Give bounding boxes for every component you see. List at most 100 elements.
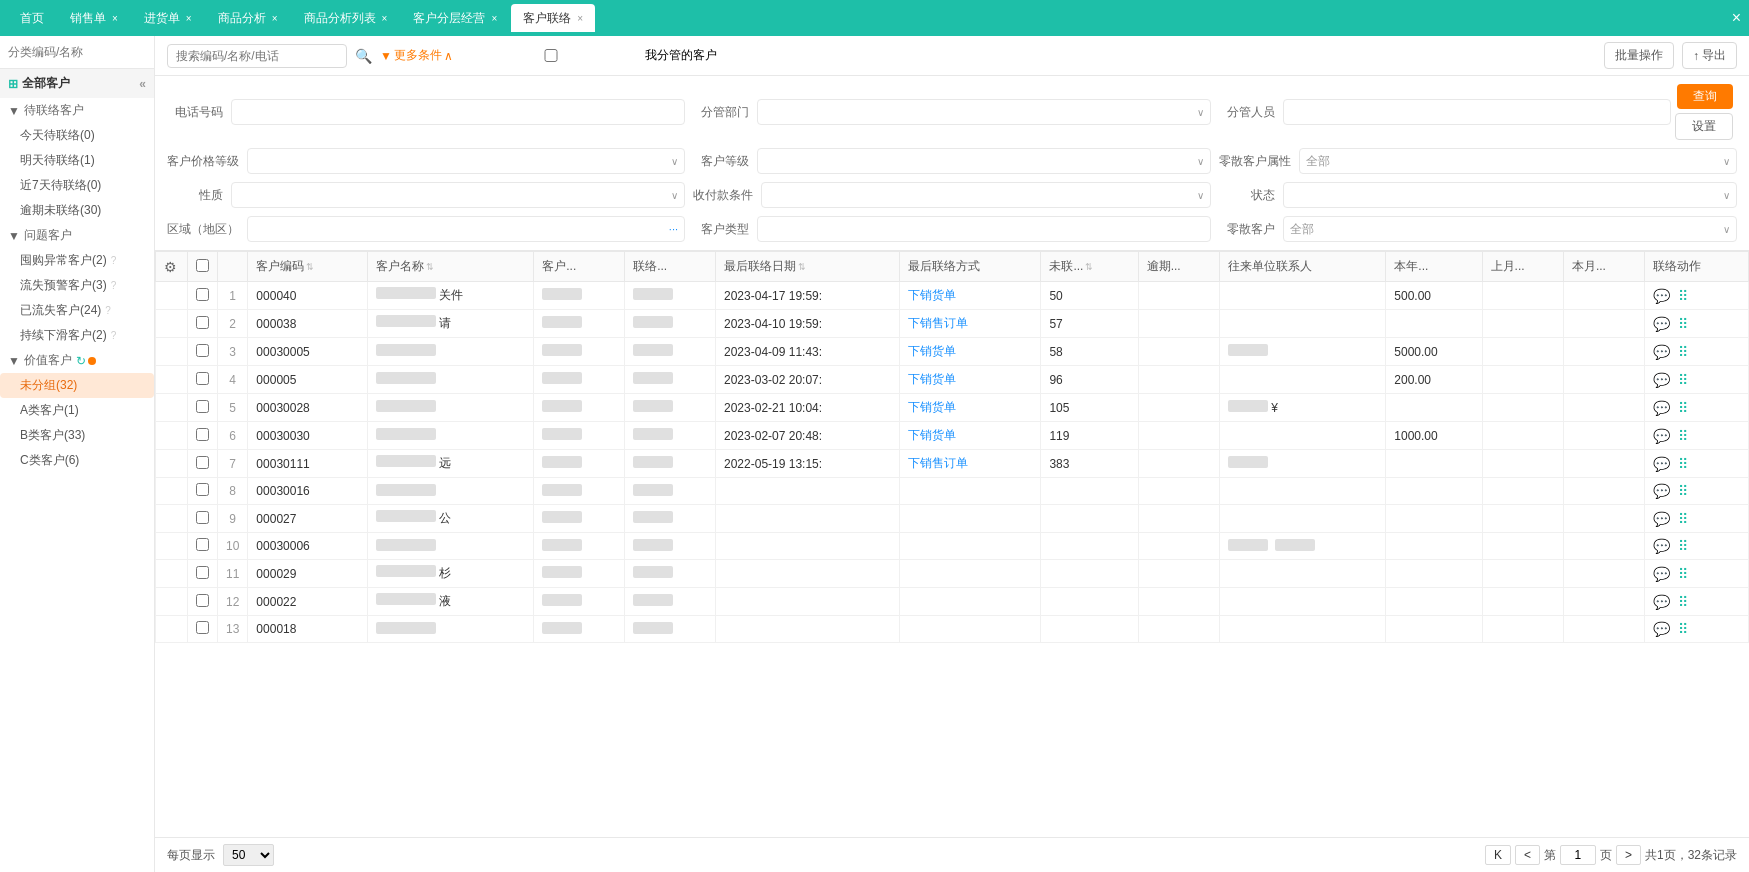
tab-purchase-close[interactable]: × [186, 13, 192, 24]
sidebar-item-class-b[interactable]: B类客户(33) [0, 423, 154, 448]
menu-icon[interactable]: ⠿ [1678, 566, 1688, 582]
sidebar-item-declining[interactable]: 持续下滑客户(2) ? [0, 323, 154, 348]
retail-attr-select[interactable]: 全部 ∨ [1299, 148, 1737, 174]
contact-way-link[interactable]: 下销货单 [908, 400, 956, 414]
sidebar-item-class-a[interactable]: A类客户(1) [0, 398, 154, 423]
prev-page-btn[interactable]: < [1515, 845, 1540, 865]
first-page-btn[interactable]: K [1485, 845, 1511, 865]
chat-icon[interactable]: 💬 [1653, 511, 1670, 527]
menu-icon[interactable]: ⠿ [1678, 400, 1688, 416]
sidebar-item-class-c[interactable]: C类客户(6) [0, 448, 154, 473]
tab-customer-contact-close[interactable]: × [577, 13, 583, 24]
menu-icon[interactable]: ⠿ [1678, 316, 1688, 332]
chat-icon[interactable]: 💬 [1653, 483, 1670, 499]
row-checkbox[interactable] [196, 511, 209, 524]
sidebar-group-problem[interactable]: ▼ 问题客户 [0, 223, 154, 248]
tab-product-analysis-close[interactable]: × [272, 13, 278, 24]
row-checkbox[interactable] [196, 456, 209, 469]
sidebar-search-input[interactable] [8, 45, 155, 59]
sidebar-item-hoarding[interactable]: 囤购异常客户(2) ? [0, 248, 154, 273]
manager-select[interactable] [1283, 99, 1671, 125]
contact-way-link[interactable]: 下销货单 [908, 288, 956, 302]
chat-icon[interactable]: 💬 [1653, 621, 1670, 637]
tab-customer-tier-close[interactable]: × [491, 13, 497, 24]
tab-home[interactable]: 首页 [8, 4, 56, 32]
tab-purchase[interactable]: 进货单 × [132, 4, 204, 32]
col-this-year-header[interactable]: 本年... [1394, 258, 1473, 275]
menu-icon[interactable]: ⠿ [1678, 511, 1688, 527]
menu-icon[interactable]: ⠿ [1678, 594, 1688, 610]
menu-icon[interactable]: ⠿ [1678, 483, 1688, 499]
payment-select[interactable]: ∨ [761, 182, 1211, 208]
chat-icon[interactable]: 💬 [1653, 428, 1670, 444]
chat-icon[interactable]: 💬 [1653, 594, 1670, 610]
tab-sales-close[interactable]: × [112, 13, 118, 24]
select-all-checkbox[interactable] [196, 259, 209, 272]
row-checkbox[interactable] [196, 316, 209, 329]
dept-select[interactable]: ∨ [757, 99, 1211, 125]
col-last-date-header[interactable]: 最后联络日期 ⇅ [724, 258, 890, 275]
search-btn[interactable]: 查询 [1677, 84, 1733, 109]
page-input[interactable] [1560, 845, 1596, 865]
menu-icon[interactable]: ⠿ [1678, 428, 1688, 444]
settings-icon[interactable]: ⚙ [164, 259, 177, 275]
col-this-month-header[interactable]: 本月... [1572, 258, 1636, 275]
row-checkbox[interactable] [196, 344, 209, 357]
collapse-icon[interactable]: « [139, 77, 146, 91]
my-customers-checkbox-label[interactable]: 我分管的客户 [461, 47, 717, 64]
menu-icon[interactable]: ⠿ [1678, 538, 1688, 554]
refresh-icon[interactable]: ↻ [76, 354, 86, 368]
row-checkbox[interactable] [196, 621, 209, 634]
chat-icon[interactable]: 💬 [1653, 316, 1670, 332]
row-checkbox[interactable] [196, 400, 209, 413]
customer-level-select[interactable]: ∨ [757, 148, 1211, 174]
chat-icon[interactable]: 💬 [1653, 344, 1670, 360]
export-btn[interactable]: ↑ 导出 [1682, 42, 1737, 69]
tab-bar-close-all[interactable]: × [1732, 9, 1741, 27]
sidebar-all-customers[interactable]: ⊞ 全部客户 « [0, 69, 154, 98]
per-page-select[interactable]: 50 100 200 [223, 844, 274, 866]
sidebar-item-overdue[interactable]: 逾期未联络(30) [0, 198, 154, 223]
sidebar-group-pending[interactable]: ▼ 待联络客户 [0, 98, 154, 123]
row-checkbox[interactable] [196, 566, 209, 579]
sidebar-item-churn-warn[interactable]: 流失预警客户(3) ? [0, 273, 154, 298]
chat-icon[interactable]: 💬 [1653, 400, 1670, 416]
contact-way-link[interactable]: 下销货单 [908, 372, 956, 386]
search-input[interactable] [167, 44, 347, 68]
tab-customer-tier[interactable]: 客户分层经营 × [401, 4, 509, 32]
row-checkbox[interactable] [196, 372, 209, 385]
status-select[interactable]: ∨ [1283, 182, 1737, 208]
sidebar-item-churned[interactable]: 已流失客户(24) ? [0, 298, 154, 323]
tab-product-analysis[interactable]: 商品分析 × [206, 4, 290, 32]
sidebar-group-value[interactable]: ▼ 价值客户 ↻ [0, 348, 154, 373]
tab-customer-contact[interactable]: 客户联络 × [511, 4, 595, 32]
chat-icon[interactable]: 💬 [1653, 538, 1670, 554]
price-level-select[interactable]: ∨ [247, 148, 685, 174]
row-checkbox[interactable] [196, 428, 209, 441]
retail-customer-select[interactable]: 全部 ∨ [1283, 216, 1737, 242]
col-no-contact-header[interactable]: 未联... ⇅ [1049, 258, 1129, 275]
sidebar-item-ungroup[interactable]: 未分组(32) [0, 373, 154, 398]
chat-icon[interactable]: 💬 [1653, 566, 1670, 582]
contact-way-link[interactable]: 下销售订单 [908, 316, 968, 330]
col-last-month-header[interactable]: 上月... [1491, 258, 1555, 275]
gender-select[interactable]: ∨ [231, 182, 685, 208]
row-checkbox[interactable] [196, 538, 209, 551]
col-last-way-header[interactable]: 最后联络方式 [908, 258, 1033, 275]
chat-icon[interactable]: 💬 [1653, 372, 1670, 388]
menu-icon[interactable]: ⠿ [1678, 344, 1688, 360]
sidebar-item-today[interactable]: 今天待联络(0) [0, 123, 154, 148]
tab-product-list-close[interactable]: × [382, 13, 388, 24]
tab-product-list[interactable]: 商品分析列表 × [292, 4, 400, 32]
phone-input[interactable] [231, 99, 685, 125]
col-type-header[interactable]: 客户... [542, 258, 616, 275]
menu-icon[interactable]: ⠿ [1678, 456, 1688, 472]
next-page-btn[interactable]: > [1616, 845, 1641, 865]
col-name-header[interactable]: 客户名称 ⇅ [376, 258, 525, 275]
menu-icon[interactable]: ⠿ [1678, 288, 1688, 304]
batch-operation-btn[interactable]: 批量操作 [1604, 42, 1674, 69]
chat-icon[interactable]: 💬 [1653, 456, 1670, 472]
row-checkbox[interactable] [196, 288, 209, 301]
search-icon-btn[interactable]: 🔍 [355, 48, 372, 64]
my-customers-checkbox[interactable] [461, 49, 641, 62]
